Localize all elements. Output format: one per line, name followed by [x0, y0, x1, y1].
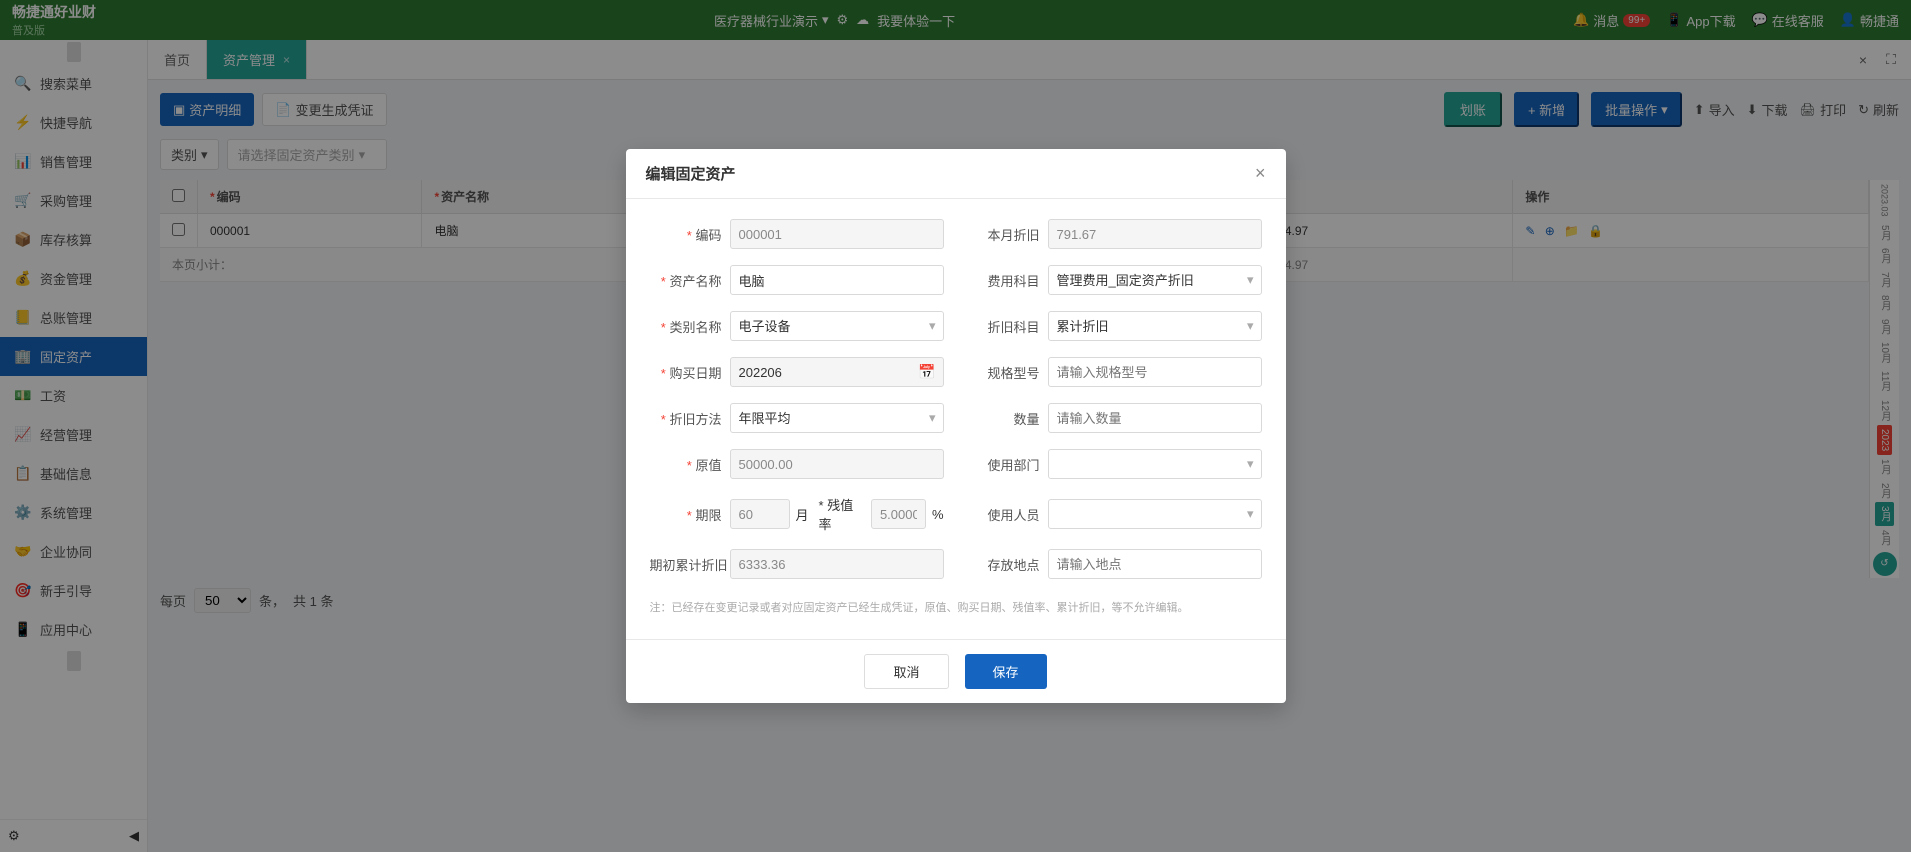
code-input[interactable] [730, 219, 944, 249]
monthly-dep-field: 本月折旧 [968, 219, 1262, 249]
duration-residual-field: * 期限 月 * 残值率 % [650, 495, 944, 533]
dep-method-select-wrap: 年限平均 [730, 403, 944, 433]
acc-dep-field: 期初累计折旧 [650, 549, 944, 579]
user-select-wrap [1048, 499, 1262, 529]
modal-title: 编辑固定资产 [646, 163, 736, 184]
modal-header: 编辑固定资产 × [626, 149, 1286, 199]
user-field: 使用人员 [968, 495, 1262, 533]
quantity-field: 数量 [968, 403, 1262, 433]
name-field: * 资产名称 [650, 265, 944, 295]
user-select[interactable] [1048, 499, 1262, 529]
location-input[interactable] [1048, 549, 1262, 579]
quantity-input[interactable] [1048, 403, 1262, 433]
category-field: * 类别名称 电子设备 [650, 311, 944, 341]
edit-modal: 编辑固定资产 × * 编码 本月折旧 * 资产名称 [626, 149, 1286, 703]
department-select-wrap [1048, 449, 1262, 479]
spec-field: 规格型号 [968, 357, 1262, 387]
dep-category-field: 折旧科目 累计折旧 [968, 311, 1262, 341]
code-field: * 编码 [650, 219, 944, 249]
expense-category-select[interactable]: 管理费用_固定资产折旧 [1048, 265, 1262, 295]
acc-dep-input [730, 549, 944, 579]
purchase-date-field: * 购买日期 📅 [650, 357, 944, 387]
department-select[interactable] [1048, 449, 1262, 479]
form-note: 注：已经存在变更记录或者对应固定资产已经生成凭证，原值、购买日期、残值率、累计折… [650, 595, 1262, 619]
dep-method-field: * 折旧方法 年限平均 [650, 403, 944, 433]
duration-inline: 月 * 残值率 % [730, 495, 944, 533]
dep-category-select[interactable]: 累计折旧 [1048, 311, 1262, 341]
dep-method-select[interactable]: 年限平均 [730, 403, 944, 433]
category-select-wrap: 电子设备 [730, 311, 944, 341]
modal-footer: 取消 保存 [626, 639, 1286, 703]
spec-input[interactable] [1048, 357, 1262, 387]
original-field: * 原值 [650, 449, 944, 479]
form-grid: * 编码 本月折旧 * 资产名称 费用科目 [650, 219, 1262, 619]
modal-close-btn[interactable]: × [1255, 163, 1266, 184]
modal-overlay: 编辑固定资产 × * 编码 本月折旧 * 资产名称 [0, 0, 1911, 852]
save-button[interactable]: 保存 [965, 654, 1047, 689]
modal-body: * 编码 本月折旧 * 资产名称 费用科目 [626, 199, 1286, 639]
purchase-date-input[interactable] [730, 357, 944, 387]
residual-rate-input[interactable] [871, 499, 926, 529]
name-input[interactable] [730, 265, 944, 295]
cancel-button[interactable]: 取消 [864, 654, 948, 689]
category-select[interactable]: 电子设备 [730, 311, 944, 341]
department-field: 使用部门 [968, 449, 1262, 479]
expense-category-select-wrap: 管理费用_固定资产折旧 [1048, 265, 1262, 295]
monthly-dep-input [1048, 219, 1262, 249]
location-field: 存放地点 [968, 549, 1262, 579]
expense-category-field: 费用科目 管理费用_固定资产折旧 [968, 265, 1262, 295]
dep-category-select-wrap: 累计折旧 [1048, 311, 1262, 341]
original-input[interactable] [730, 449, 944, 479]
purchase-date-wrap: 📅 [730, 357, 944, 387]
duration-input[interactable] [730, 499, 790, 529]
